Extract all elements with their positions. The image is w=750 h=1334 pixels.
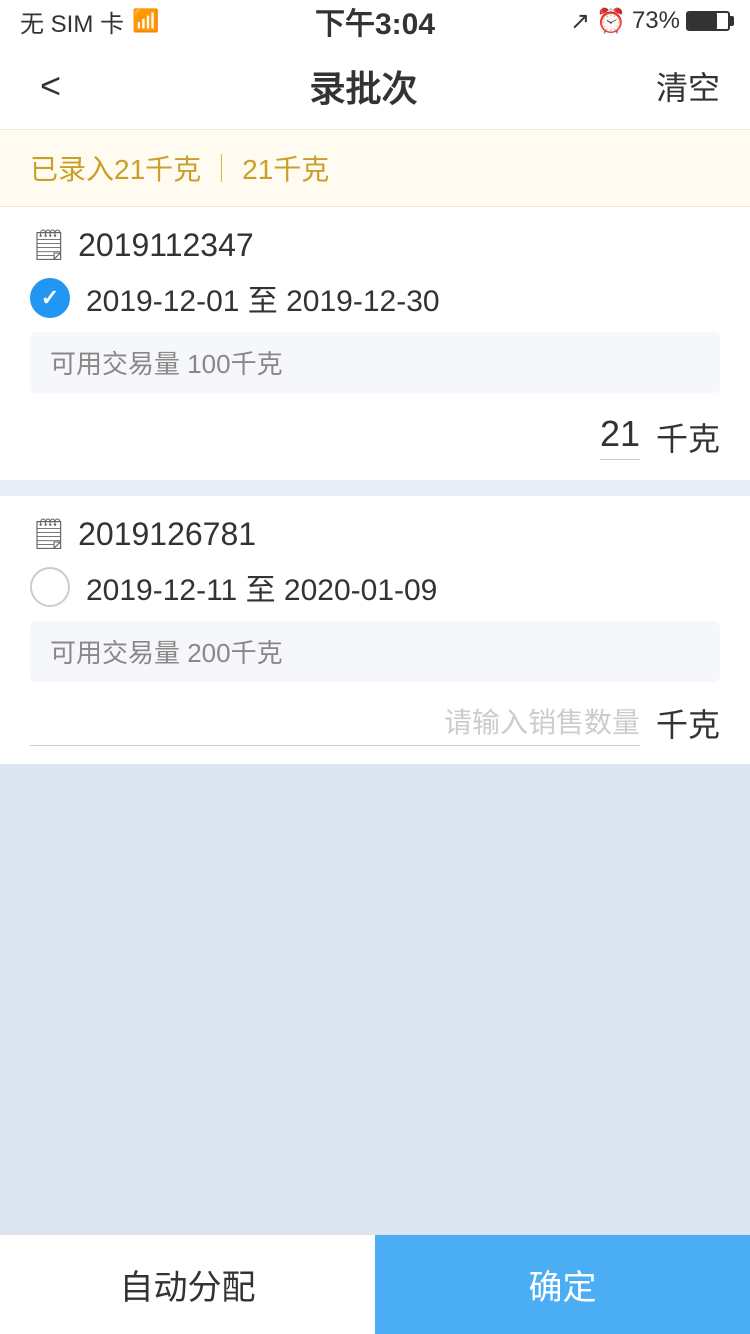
batch-1-id: 2019112347: [78, 227, 254, 264]
batch-2-date: 2019-12-11 至 2020-01-09: [86, 565, 437, 609]
batch-1-container: 🗒 2019112347 2019-12-01 至 2019-12-30 可用交…: [0, 207, 750, 480]
nav-bar: < 录批次 清空: [0, 42, 750, 130]
batch-1-availability: 可用交易量 100千克: [30, 332, 720, 393]
page-title: 录批次: [310, 60, 418, 112]
status-bar-time: 下午3:04: [315, 0, 435, 43]
summary-label: 已录入21千克: [30, 148, 201, 188]
doc-icon-1: 🗒: [30, 228, 68, 263]
status-bar: 无 SIM 卡 📶 下午3:04 ↗ ⏰ 73%: [0, 0, 750, 42]
batch-2-qty-underline: 请输入销售数量: [30, 701, 640, 746]
batch-1-amount-row: 21 千克: [0, 393, 750, 480]
batch-2-qty-placeholder[interactable]: 请输入销售数量: [444, 707, 640, 738]
confirm-button[interactable]: 确定: [375, 1235, 750, 1334]
batch-1-date-row[interactable]: 2019-12-01 至 2019-12-30: [30, 276, 720, 320]
batch-2-header: 🗒 2019126781: [30, 516, 720, 553]
batch-1-header: 🗒 2019112347: [30, 227, 720, 264]
battery-icon: [686, 11, 730, 31]
back-button[interactable]: <: [30, 55, 71, 117]
batch-2-qty-row: 请输入销售数量 千克: [0, 682, 750, 764]
wifi-icon: 📶: [132, 8, 159, 34]
status-bar-right: ↗ ⏰ 73%: [570, 7, 730, 36]
alarm-icon: ⏰: [596, 7, 626, 36]
batch-1-amount-underline: 21: [600, 413, 640, 460]
section-divider: [0, 480, 750, 496]
summary-bar: 已录入21千克 21千克: [0, 130, 750, 207]
auto-distribute-button[interactable]: 自动分配: [0, 1235, 375, 1334]
empty-area: [0, 764, 750, 1244]
bottom-bar: 自动分配 确定: [0, 1234, 750, 1334]
summary-value: 21千克: [242, 148, 329, 188]
batch-2-date-row[interactable]: 2019-12-11 至 2020-01-09: [30, 565, 720, 609]
batch-2-id: 2019126781: [78, 516, 256, 553]
carrier-text: 无 SIM 卡: [20, 4, 124, 39]
doc-icon-2: 🗒: [30, 517, 68, 552]
batch-2-radio[interactable]: [30, 567, 70, 607]
batch-2-availability: 可用交易量 200千克: [30, 621, 720, 682]
batch-1-radio[interactable]: [30, 278, 70, 318]
batch-2-item: 🗒 2019126781 2019-12-11 至 2020-01-09 可用交…: [0, 496, 750, 682]
location-icon: ↗: [570, 7, 590, 36]
summary-divider: [221, 154, 222, 182]
batch-1-unit: 千克: [656, 414, 720, 460]
clear-button[interactable]: 清空: [656, 63, 720, 109]
battery-percent: 73%: [632, 7, 680, 35]
batch-2-unit: 千克: [656, 700, 720, 746]
status-bar-left: 无 SIM 卡 📶: [20, 4, 159, 39]
batch-1-date: 2019-12-01 至 2019-12-30: [86, 276, 440, 320]
batch-1-amount-input[interactable]: 21: [600, 413, 640, 454]
batch-2-container: 🗒 2019126781 2019-12-11 至 2020-01-09 可用交…: [0, 496, 750, 764]
batch-1-item: 🗒 2019112347 2019-12-01 至 2019-12-30 可用交…: [0, 207, 750, 393]
